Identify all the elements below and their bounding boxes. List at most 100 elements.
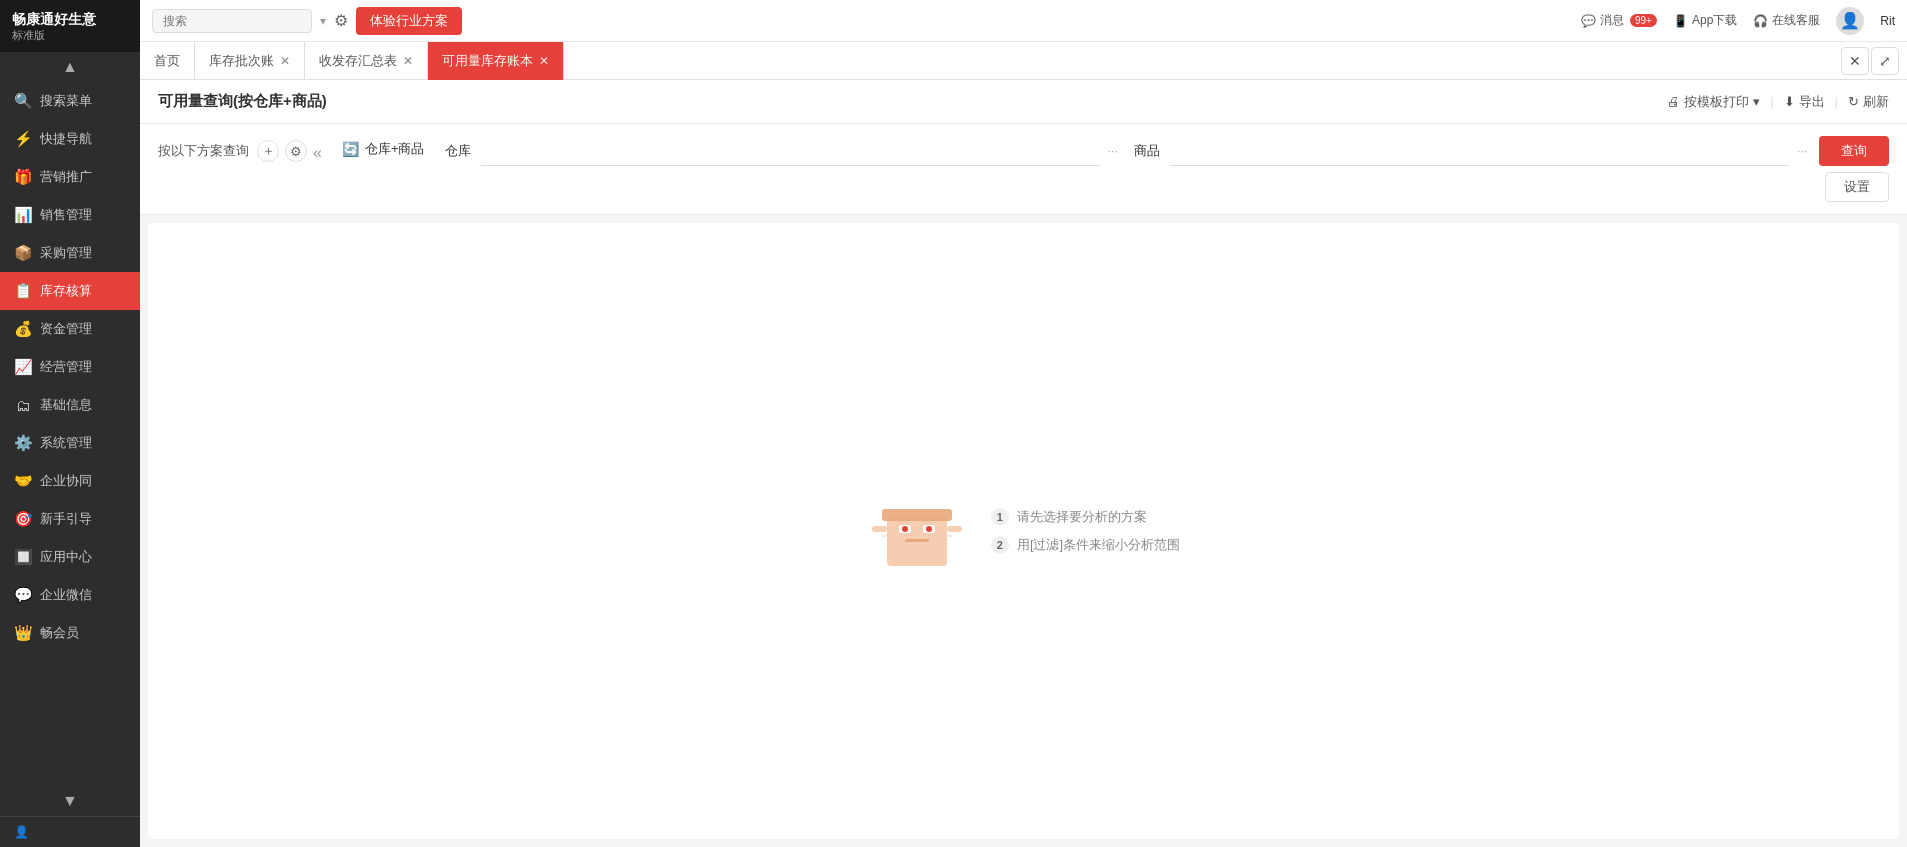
- industry-solution-button[interactable]: 体验行业方案: [356, 7, 462, 35]
- sidebar-item-system[interactable]: ⚙️ 系统管理: [0, 424, 140, 462]
- target-icon: 🎯: [14, 510, 32, 528]
- sidebar-item-purchase[interactable]: 📦 采购管理: [0, 234, 140, 272]
- sidebar-item-inventory[interactable]: 📋 库存核算: [0, 272, 140, 310]
- filter-label: 按以下方案查询: [158, 136, 249, 160]
- print-label: 按模板打印: [1684, 93, 1749, 111]
- tip-text-2: 用[过滤]条件来缩小分析范围: [1017, 536, 1180, 554]
- sidebar-item-operation[interactable]: 📈 经营管理: [0, 348, 140, 386]
- sidebar-item-wechat[interactable]: 💬 企业微信: [0, 576, 140, 614]
- tab-batch-close-icon[interactable]: ✕: [280, 54, 290, 68]
- sidebar-item-search[interactable]: 🔍 搜索菜单: [0, 82, 140, 120]
- empty-illustration: [867, 481, 967, 581]
- online-service-label: 在线客服: [1772, 12, 1820, 29]
- scheme-label: 仓库+商品: [365, 140, 425, 158]
- sidebar-item-label: 企业协同: [40, 472, 92, 490]
- sidebar: 畅康通好生意 标准版 ▲ 🔍 搜索菜单 ⚡ 快捷导航 🎁 营销推广 📊 销售管理…: [0, 0, 140, 847]
- svg-rect-8: [947, 526, 962, 532]
- filter-action-buttons: ＋ ⚙ «: [257, 136, 322, 162]
- tab-receipt[interactable]: 收发存汇总表 ✕: [305, 42, 428, 80]
- tab-batch[interactable]: 库存批次账 ✕: [195, 42, 305, 80]
- topbar-right: 💬 消息 99+ 📱 App下载 🎧 在线客服 👤 Rit: [1581, 7, 1895, 35]
- tip-number-2: 2: [991, 536, 1009, 554]
- sidebar-scroll-down[interactable]: ▼: [0, 786, 140, 816]
- scheme-icon: 🔄: [342, 141, 359, 157]
- folder-icon: 🗂: [14, 397, 32, 414]
- filter-field-warehouse: 仓库 ···: [445, 136, 1118, 166]
- sidebar-item-marketing[interactable]: 🎁 营销推广: [0, 158, 140, 196]
- sidebar-item-label: 经营管理: [40, 358, 92, 376]
- tip-number-1: 1: [991, 508, 1009, 526]
- svg-rect-1: [882, 509, 952, 521]
- sidebar-item-label: 采购管理: [40, 244, 92, 262]
- chart-icon: 📊: [14, 206, 32, 224]
- product-more-icon[interactable]: ···: [1797, 144, 1807, 158]
- add-filter-button[interactable]: ＋: [257, 140, 279, 162]
- tab-available[interactable]: 可用量库存账本 ✕: [428, 42, 564, 80]
- sidebar-item-finance[interactable]: 💰 资金管理: [0, 310, 140, 348]
- sidebar-item-basic[interactable]: 🗂 基础信息: [0, 386, 140, 424]
- message-icon: 💬: [1581, 14, 1596, 28]
- money-icon: 💰: [14, 320, 32, 338]
- filter-scheme-warehouse-product[interactable]: 🔄 仓库+商品: [334, 136, 433, 162]
- sidebar-item-label: 搜索菜单: [40, 92, 92, 110]
- apps-icon: 🔲: [14, 548, 32, 566]
- dropdown-arrow-icon[interactable]: ▾: [320, 14, 326, 28]
- warehouse-more-icon[interactable]: ···: [1108, 144, 1118, 158]
- app-download-label: App下载: [1692, 12, 1737, 29]
- tab-receipt-close-icon[interactable]: ✕: [403, 54, 413, 68]
- filter-fields: 仓库 ··· 商品 ···: [445, 136, 1808, 166]
- right-action-buttons: 查询 设置: [1819, 136, 1889, 202]
- sidebar-item-label: 营销推广: [40, 168, 92, 186]
- settings-filter-button[interactable]: ⚙: [285, 140, 307, 162]
- warehouse-input[interactable]: [481, 136, 1100, 166]
- online-service-button[interactable]: 🎧 在线客服: [1753, 12, 1820, 29]
- sidebar-item-label: 销售管理: [40, 206, 92, 224]
- topbar: ▾ ⚙ 体验行业方案 💬 消息 99+ 📱 App下载 🎧 在线客服 👤 Rit: [140, 0, 1907, 42]
- refresh-button[interactable]: ↻ 刷新: [1848, 93, 1889, 111]
- message-label: 消息: [1600, 12, 1624, 29]
- topbar-search-input[interactable]: [152, 9, 312, 33]
- sidebar-item-label: 库存核算: [40, 282, 92, 300]
- topbar-gear-icon[interactable]: ⚙: [334, 11, 348, 30]
- sidebar-item-member[interactable]: 👑 畅会员: [0, 614, 140, 652]
- settings-button[interactable]: 设置: [1825, 172, 1889, 202]
- search-icon: 🔍: [14, 92, 32, 110]
- export-button[interactable]: ⬇ 导出: [1784, 93, 1825, 111]
- tabs-actions: ✕ ⤢: [1841, 47, 1907, 75]
- empty-state: 1 请先选择要分析的方案 2 用[过滤]条件来缩小分析范围: [148, 223, 1899, 839]
- sidebar-item-appcenter[interactable]: 🔲 应用中心: [0, 538, 140, 576]
- user-avatar[interactable]: 👤: [1836, 7, 1864, 35]
- sidebar-item-newbie[interactable]: 🎯 新手引导: [0, 500, 140, 538]
- sidebar-item-shortcut[interactable]: ⚡ 快捷导航: [0, 120, 140, 158]
- tab-batch-label: 库存批次账: [209, 52, 274, 70]
- box-icon: 📦: [14, 244, 32, 262]
- tab-home[interactable]: 首页: [140, 42, 195, 80]
- phone-icon: 📱: [1673, 14, 1688, 28]
- message-badge: 99+: [1630, 14, 1657, 27]
- sidebar-item-sales[interactable]: 📊 销售管理: [0, 196, 140, 234]
- print-dropdown-icon: ▾: [1753, 94, 1760, 109]
- empty-text: 1 请先选择要分析的方案 2 用[过滤]条件来缩小分析范围: [991, 508, 1180, 554]
- user-icon: 👤: [14, 825, 29, 839]
- empty-tip-2: 2 用[过滤]条件来缩小分析范围: [991, 536, 1180, 554]
- empty-robot-svg: [867, 481, 967, 581]
- app-download-button[interactable]: 📱 App下载: [1673, 12, 1737, 29]
- message-button[interactable]: 💬 消息 99+: [1581, 12, 1657, 29]
- main-area: ▾ ⚙ 体验行业方案 💬 消息 99+ 📱 App下载 🎧 在线客服 👤 Rit…: [140, 0, 1907, 847]
- wechat-icon: 💬: [14, 586, 32, 604]
- collapse-filter-icon[interactable]: «: [313, 140, 322, 162]
- svg-point-5: [926, 526, 932, 532]
- sidebar-item-cooperation[interactable]: 🤝 企业协同: [0, 462, 140, 500]
- print-button[interactable]: 🖨 按模板打印 ▾: [1667, 93, 1760, 111]
- tab-home-label: 首页: [154, 52, 180, 70]
- tab-available-close-icon[interactable]: ✕: [539, 54, 549, 68]
- close-tab-button[interactable]: ✕: [1841, 47, 1869, 75]
- inventory-icon: 📋: [14, 282, 32, 300]
- query-button[interactable]: 查询: [1819, 136, 1889, 166]
- filter-area: 按以下方案查询 ＋ ⚙ « 🔄 仓库+商品: [140, 124, 1907, 215]
- product-input[interactable]: [1170, 136, 1789, 166]
- sidebar-scroll-up[interactable]: ▲: [0, 52, 140, 82]
- expand-tab-button[interactable]: ⤢: [1871, 47, 1899, 75]
- sidebar-nav: 🔍 搜索菜单 ⚡ 快捷导航 🎁 营销推广 📊 销售管理 📦 采购管理 📋 库存核…: [0, 82, 140, 786]
- username-label[interactable]: Rit: [1880, 14, 1895, 28]
